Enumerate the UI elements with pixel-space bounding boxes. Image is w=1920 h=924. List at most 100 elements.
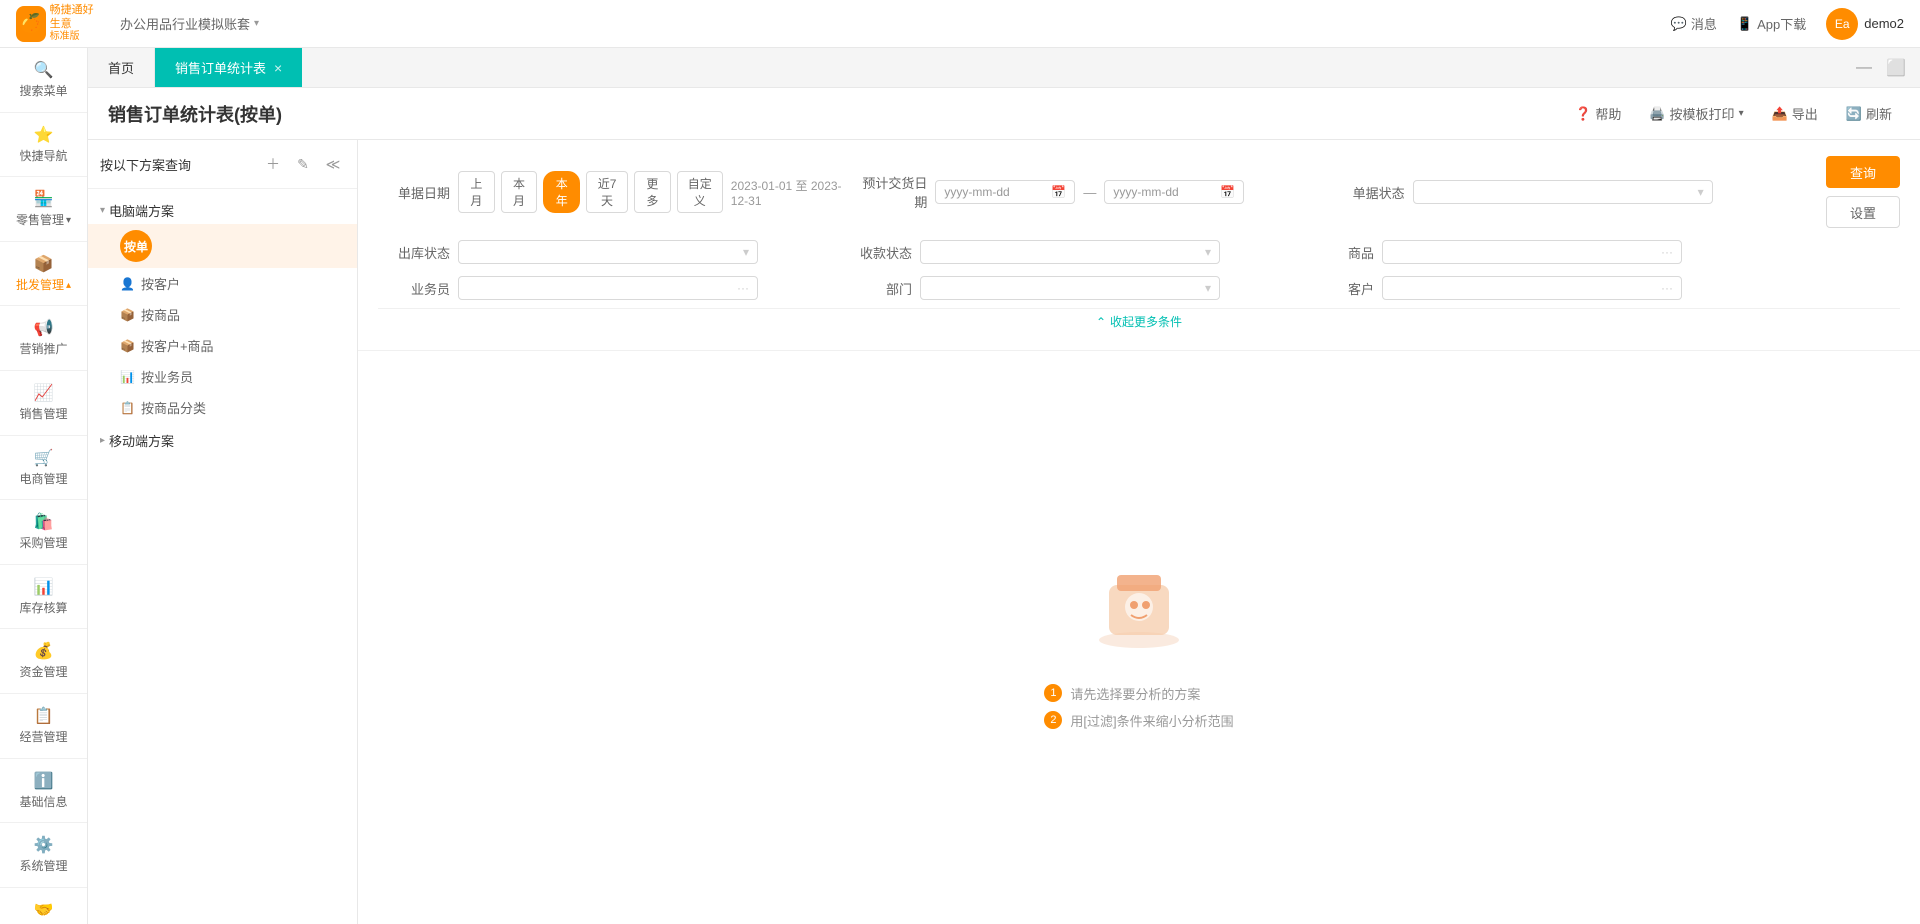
export-button[interactable]: 📤 导出 [1764, 100, 1826, 127]
customer-goods-icon: 📦 [120, 339, 135, 353]
sidebar-item-finance[interactable]: 💰 资金管理 [0, 629, 87, 694]
sidebar-item-basic[interactable]: ℹ️ 基础信息 [0, 759, 87, 824]
right-panel: 单据日期 上月 本月 本年 近7天 更多 自定义 [358, 140, 1920, 924]
active-scheme-icon: 按单 [120, 230, 152, 262]
expected-date-label: 预计交货日期 [855, 173, 935, 211]
customer-label: 客户 [1302, 279, 1382, 298]
tree-item-by-order[interactable]: 按单 [88, 224, 357, 268]
help-button[interactable]: ❓ 帮助 [1567, 100, 1629, 127]
refresh-button[interactable]: 🔄 刷新 [1838, 100, 1900, 127]
empty-svg [1079, 545, 1199, 665]
page-title: 销售订单统计表(按单) [108, 101, 282, 139]
pay-status-select[interactable]: ▾ [920, 240, 1220, 264]
out-status-label: 出库状态 [378, 243, 458, 262]
tree-item-by-salesman[interactable]: 📊 按业务员 [88, 361, 357, 392]
user-menu[interactable]: Ea demo2 [1826, 8, 1904, 40]
sidebar-item-ecommerce[interactable]: 🛒 电商管理 [0, 436, 87, 501]
sidebar-item-system[interactable]: ⚙️ 系统管理 [0, 823, 87, 888]
tree-group-mobile-label: 移动端方案 [109, 431, 174, 450]
app-title-dropdown-icon[interactable]: ▾ [254, 18, 259, 29]
window-minimize-button[interactable]: — [1852, 56, 1876, 80]
window-maximize-button[interactable]: ⬜ [1884, 56, 1908, 80]
chevron-down-icon: ▾ [66, 214, 71, 227]
sidebar-item-inventory[interactable]: 📊 库存核算 [0, 565, 87, 630]
tree-group-pc-header[interactable]: ▾ 电脑端方案 [88, 197, 357, 224]
pay-status-label: 收款状态 [840, 243, 920, 262]
collapse-panel-button[interactable]: ≪ [321, 152, 345, 176]
date-btn-this-year[interactable]: 本年 [543, 171, 580, 213]
date-btn-custom[interactable]: 自定义 [677, 171, 723, 213]
query-button[interactable]: 查询 [1826, 156, 1900, 188]
retail-icon: 🏪 [34, 189, 54, 209]
left-panel-header: 按以下方案查询 ＋ ✎ ≪ [88, 140, 357, 189]
sidebar-item-collab[interactable]: 🤝 企业协同 [0, 888, 87, 924]
out-status-select[interactable]: ▾ [458, 240, 758, 264]
date-btn-more[interactable]: 更多 [634, 171, 671, 213]
date-label: 单据日期 [378, 183, 458, 202]
tree-item-by-customer-goods[interactable]: 📦 按客户+商品 [88, 330, 357, 361]
calendar-icon: 📅 [1051, 185, 1066, 199]
tree-group-mobile-header[interactable]: ▸ 移动端方案 [88, 427, 357, 454]
empty-tip-1: 1 请先选择要分析的方案 [1044, 684, 1233, 703]
download-icon: 📱 [1737, 16, 1753, 32]
tab-sales-order-stats[interactable]: 销售订单统计表 × [155, 48, 302, 87]
sidebar-item-sales[interactable]: 📈 销售管理 [0, 371, 87, 436]
expected-date-end-input[interactable]: yyyy-mm-dd 📅 [1104, 180, 1244, 204]
template-print-button[interactable]: 🖨️ 按模板打印 ▾ [1641, 100, 1751, 127]
tree-item-by-customer[interactable]: 👤 按客户 [88, 268, 357, 299]
sidebar-item-search[interactable]: 🔍 搜索菜单 [0, 48, 87, 113]
sidebar-item-purchase[interactable]: 🛍️ 采购管理 [0, 500, 87, 565]
user-name-label: demo2 [1864, 16, 1904, 31]
status-label: 单据状态 [1333, 183, 1413, 202]
empty-illustration [1079, 545, 1199, 668]
empty-state: 1 请先选择要分析的方案 2 用[过滤]条件来缩小分析范围 [358, 351, 1920, 924]
customer-input[interactable]: ··· [1382, 276, 1682, 300]
expected-date-start-input[interactable]: yyyy-mm-dd 📅 [935, 180, 1075, 204]
sidebar-item-retail[interactable]: 🏪 零售管理▾ [0, 177, 87, 242]
empty-tips: 1 请先选择要分析的方案 2 用[过滤]条件来缩小分析范围 [1044, 684, 1233, 730]
goods-input[interactable]: ··· [1382, 240, 1682, 264]
tab-home[interactable]: 首页 [88, 48, 155, 87]
status-select[interactable]: ▾ [1413, 180, 1713, 204]
date-btn-last-month[interactable]: 上月 [458, 171, 495, 213]
sidebar-item-wholesale[interactable]: 📦 批发管理▴ [0, 242, 87, 307]
collapse-filter-button[interactable]: ⌃ 收起更多条件 [378, 308, 1900, 334]
goods-icon: 📦 [120, 308, 135, 322]
add-scheme-button[interactable]: ＋ [261, 152, 285, 176]
app-download-button[interactable]: 📱 App下载 [1737, 14, 1806, 33]
date-btn-last-7days[interactable]: 近7天 [586, 171, 628, 213]
goods-more-icon: ··· [1661, 245, 1673, 259]
goods-label: 商品 [1302, 243, 1382, 262]
marketing-icon: 📢 [34, 318, 54, 338]
export-icon: 📤 [1772, 106, 1788, 122]
message-icon: 💬 [1671, 16, 1687, 32]
print-icon: 🖨️ [1649, 106, 1665, 122]
sidebar-item-management[interactable]: 📋 经营管理 [0, 694, 87, 759]
salesman-more-icon: ··· [737, 281, 749, 295]
salesman-icon: 📊 [120, 370, 135, 384]
date-quick-buttons: 上月 本月 本年 近7天 更多 自定义 [458, 171, 723, 213]
sidebar-item-quicknav[interactable]: ⭐ 快捷导航 [0, 113, 87, 178]
tree-area: ▾ 电脑端方案 按单 👤 按客户 [88, 189, 357, 924]
category-icon: 📋 [120, 401, 135, 415]
empty-tip-2: 2 用[过滤]条件来缩小分析范围 [1044, 711, 1233, 730]
edit-scheme-button[interactable]: ✎ [291, 152, 315, 176]
tree-item-by-category[interactable]: 📋 按商品分类 [88, 392, 357, 423]
sidebar-item-marketing[interactable]: 📢 营销推广 [0, 306, 87, 371]
tab-close-button[interactable]: × [274, 60, 282, 76]
page-actions: ❓ 帮助 🖨️ 按模板打印 ▾ 📤 导出 � [1567, 100, 1900, 139]
tree-item-by-goods[interactable]: 📦 按商品 [88, 299, 357, 330]
tree-group-mobile: ▸ 移动端方案 [88, 427, 357, 454]
salesman-input[interactable]: ··· [458, 276, 758, 300]
basic-icon: ℹ️ [34, 771, 54, 791]
chevron-up-icon: ▴ [66, 279, 71, 292]
date-range-text: 2023-01-01 至 2023-12-31 [731, 177, 856, 208]
date-btn-this-month[interactable]: 本月 [501, 171, 538, 213]
calendar-icon-2: 📅 [1220, 185, 1235, 199]
collab-icon: 🤝 [34, 900, 54, 920]
dept-select[interactable]: ▾ [920, 276, 1220, 300]
message-button[interactable]: 💬 消息 [1671, 14, 1717, 33]
dept-dropdown-icon: ▾ [1205, 281, 1211, 295]
setting-button[interactable]: 设置 [1826, 196, 1900, 228]
app-title: 办公用品行业模拟账套 [120, 14, 250, 33]
